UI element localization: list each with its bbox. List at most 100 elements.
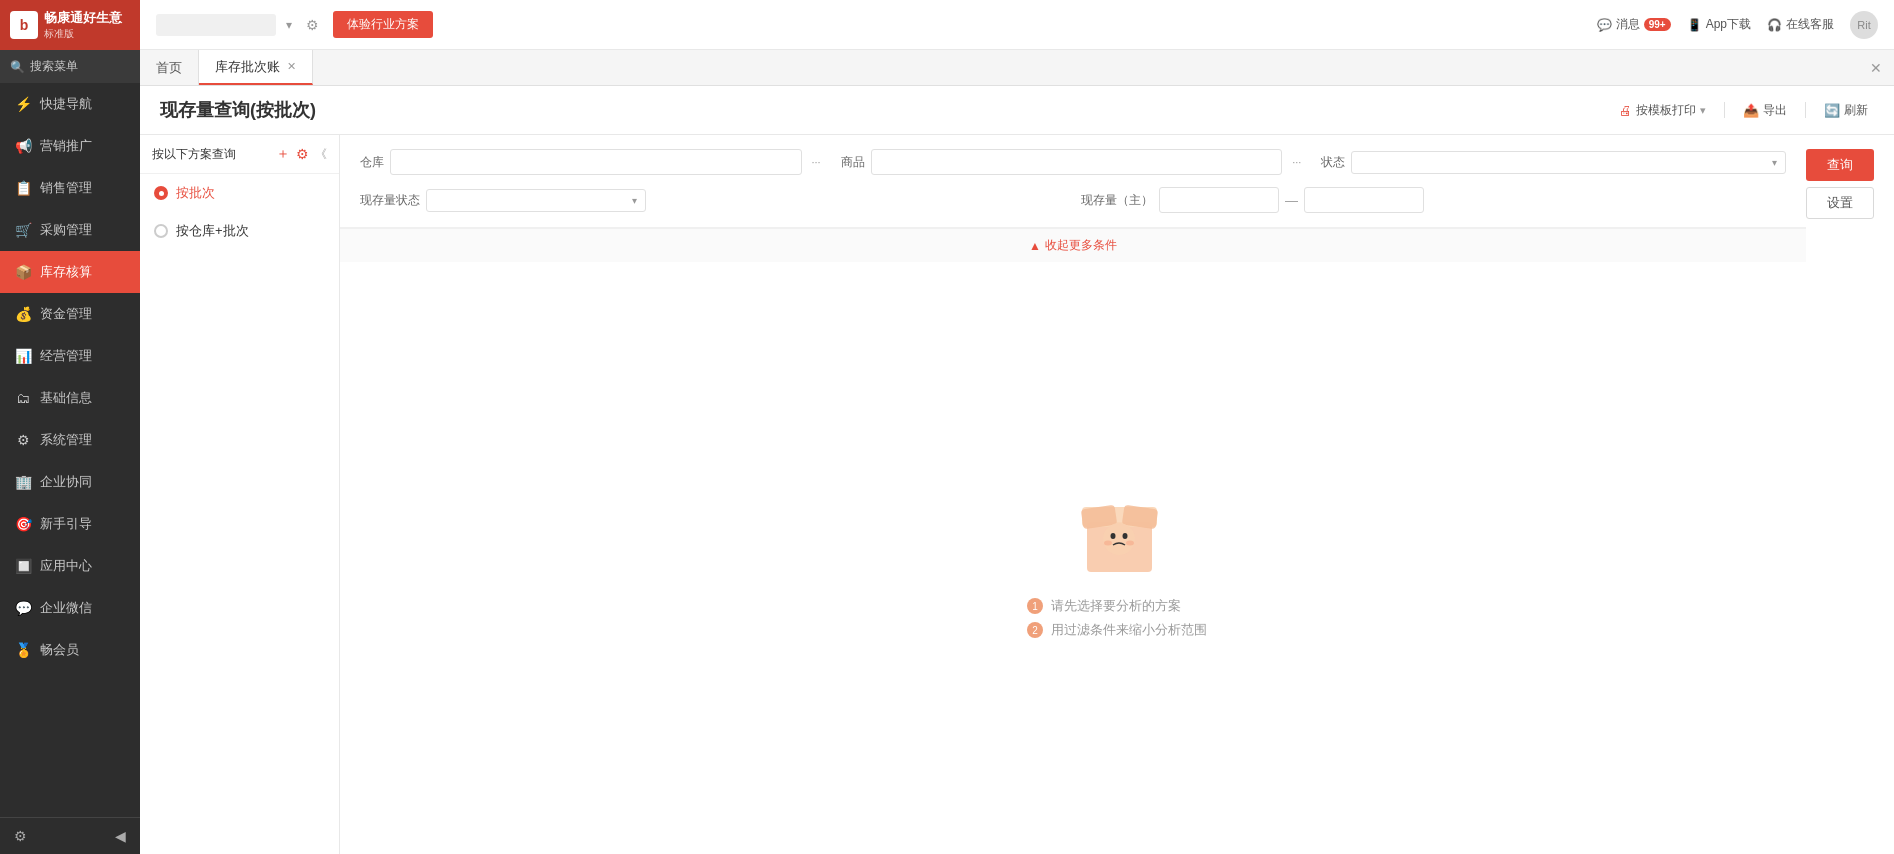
tab-close-icon[interactable]: ✕ <box>287 60 296 73</box>
guide-icon: 🎯 <box>14 515 32 533</box>
marketing-icon: 📢 <box>14 137 32 155</box>
warehouse-input[interactable] <box>390 149 802 175</box>
status-select[interactable]: ▾ <box>1351 151 1786 174</box>
tab-close-far-icon[interactable]: ✕ <box>1858 60 1894 76</box>
purchase-icon: 🛒 <box>14 221 32 239</box>
settings-button[interactable]: 设置 <box>1806 187 1874 219</box>
warehouse-label: 仓库 <box>360 154 384 171</box>
sidebar-item-system[interactable]: ⚙ 系统管理 <box>0 419 140 461</box>
user-profile[interactable]: Rit <box>1850 11 1878 39</box>
app-logo: b <box>10 11 38 39</box>
hint-text-2: 用过滤条件来缩小分析范围 <box>1051 621 1207 639</box>
online-service-button[interactable]: 🎧 在线客服 <box>1767 16 1834 33</box>
message-button[interactable]: 💬 消息 99+ <box>1597 16 1671 33</box>
tab-home[interactable]: 首页 <box>140 50 199 85</box>
scheme-by-batch[interactable]: 按批次 <box>140 174 339 212</box>
collapse-bar[interactable]: ▲ 收起更多条件 <box>340 228 1806 262</box>
sidebar-search[interactable]: 🔍 搜索菜单 <box>0 50 140 83</box>
sidebar-item-sales[interactable]: 📋 销售管理 <box>0 167 140 209</box>
settings-icon[interactable]: ⚙ <box>14 828 27 844</box>
warehouse-filter-group: 仓库 ··· <box>360 149 825 175</box>
app-download-button[interactable]: 📱 App下载 <box>1687 16 1751 33</box>
sidebar-item-enterprise[interactable]: 🏢 企业协同 <box>0 461 140 503</box>
sidebar: b 畅康通好生意 标准版 🔍 搜索菜单 ⚡ 快捷导航 📢 营销推广 📋 销售管理… <box>0 0 140 854</box>
export-label: 导出 <box>1763 102 1787 119</box>
sidebar-item-quick-nav[interactable]: ⚡ 快捷导航 <box>0 83 140 125</box>
goods-more-icon[interactable]: ··· <box>1288 156 1305 168</box>
export-button[interactable]: 📤 导出 <box>1737 99 1793 122</box>
topbar: ▾ ⚙ 体验行业方案 💬 消息 99+ 📱 App下载 🎧 在线客服 Rit <box>140 0 1894 50</box>
topbar-gear-icon[interactable]: ⚙ <box>306 17 319 33</box>
inventory-qty-group: 现存量（主） — <box>1081 187 1786 213</box>
sidebar-item-base[interactable]: 🗂 基础信息 <box>0 377 140 419</box>
refresh-label: 刷新 <box>1844 102 1868 119</box>
sidebar-item-label: 新手引导 <box>40 515 92 533</box>
status-chevron-icon: ▾ <box>1772 157 1777 168</box>
sidebar-item-label: 资金管理 <box>40 305 92 323</box>
filter-row-2: 现存量状态 ▾ 现存量（主） — <box>360 187 1786 213</box>
content-area: 按以下方案查询 ＋ ⚙ 《 按批次 按仓库+批次 <box>140 135 1894 854</box>
status-filter-group: 状态 ▾ <box>1321 151 1786 174</box>
sidebar-item-guide[interactable]: 🎯 新手引导 <box>0 503 140 545</box>
avatar: Rit <box>1850 11 1878 39</box>
refresh-icon: 🔄 <box>1824 103 1840 118</box>
sales-icon: 📋 <box>14 179 32 197</box>
hint-number-1: 1 <box>1027 598 1043 614</box>
goods-input[interactable] <box>871 149 1283 175</box>
sidebar-item-finance[interactable]: 💰 资金管理 <box>0 293 140 335</box>
message-badge: 99+ <box>1644 18 1671 31</box>
inventory-qty-label: 现存量（主） <box>1081 192 1153 209</box>
left-panel-header: 按以下方案查询 ＋ ⚙ 《 <box>140 135 339 174</box>
print-template-button[interactable]: 🖨 按模板打印 ▾ <box>1613 99 1712 122</box>
hint-item-1: 1 请先选择要分析的方案 <box>1027 597 1207 615</box>
dot-inner <box>159 191 164 196</box>
svg-point-4 <box>1103 523 1135 555</box>
phone-icon: 📱 <box>1687 18 1702 32</box>
base-icon: 🗂 <box>14 389 32 407</box>
sidebar-item-wechat[interactable]: 💬 企业微信 <box>0 587 140 629</box>
hint-number-2: 2 <box>1027 622 1043 638</box>
inventory-qty-from[interactable] <box>1159 187 1279 213</box>
sidebar-item-member[interactable]: 🏅 畅会员 <box>0 629 140 671</box>
sidebar-item-marketing[interactable]: 📢 营销推广 <box>0 125 140 167</box>
inventory-status-select[interactable]: ▾ <box>426 189 646 212</box>
message-icon: 💬 <box>1597 18 1612 32</box>
filter-area: 仓库 ··· 商品 ··· 状态 <box>340 135 1806 228</box>
goods-filter-group: 商品 ··· <box>841 149 1306 175</box>
page-header: 现存量查询(按批次) 🖨 按模板打印 ▾ 📤 导出 🔄 刷新 <box>140 86 1894 135</box>
sidebar-item-operation[interactable]: 📊 经营管理 <box>0 335 140 377</box>
scheme-settings-icon[interactable]: ⚙ <box>296 146 309 162</box>
left-panel-icons: ＋ ⚙ 《 <box>276 145 327 163</box>
search-label: 搜索菜单 <box>30 58 78 75</box>
sidebar-item-purchase[interactable]: 🛒 采购管理 <box>0 209 140 251</box>
sidebar-item-apps[interactable]: 🔲 应用中心 <box>0 545 140 587</box>
wechat-icon: 💬 <box>14 599 32 617</box>
collapse-sidebar-icon[interactable]: ◀ <box>115 828 126 844</box>
empty-svg <box>1067 477 1177 587</box>
nav-chevron-icon[interactable]: ▾ <box>286 18 292 32</box>
inventory-status-label: 现存量状态 <box>360 192 420 209</box>
left-panel-collapse-icon[interactable]: 《 <box>315 146 327 163</box>
empty-state: 1 请先选择要分析的方案 2 用过滤条件来缩小分析范围 <box>340 262 1894 854</box>
filter-fields: 仓库 ··· 商品 ··· 状态 <box>340 135 1806 262</box>
sidebar-item-label: 畅会员 <box>40 641 79 659</box>
tabbar: 首页 库存批次账 ✕ ✕ <box>140 50 1894 86</box>
page-title: 现存量查询(按批次) <box>160 98 316 134</box>
inventory-status-group: 现存量状态 ▾ <box>360 189 1065 212</box>
sidebar-item-inventory[interactable]: 📦 库存核算 <box>0 251 140 293</box>
tab-inventory-batch[interactable]: 库存批次账 ✕ <box>199 50 313 85</box>
sidebar-item-label: 基础信息 <box>40 389 92 407</box>
query-button[interactable]: 查询 <box>1806 149 1874 181</box>
refresh-button[interactable]: 🔄 刷新 <box>1818 99 1874 122</box>
trial-button[interactable]: 体验行业方案 <box>333 11 433 38</box>
warehouse-more-icon[interactable]: ··· <box>808 156 825 168</box>
empty-illustration <box>1067 477 1167 577</box>
nav-input[interactable] <box>156 14 276 36</box>
add-scheme-icon[interactable]: ＋ <box>276 145 290 163</box>
inactive-dot <box>154 224 168 238</box>
message-label: 消息 <box>1616 16 1640 33</box>
collapse-label: 收起更多条件 <box>1045 237 1117 254</box>
hint-text-1: 请先选择要分析的方案 <box>1051 597 1181 615</box>
scheme-by-warehouse-batch[interactable]: 按仓库+批次 <box>140 212 339 250</box>
inventory-qty-to[interactable] <box>1304 187 1424 213</box>
